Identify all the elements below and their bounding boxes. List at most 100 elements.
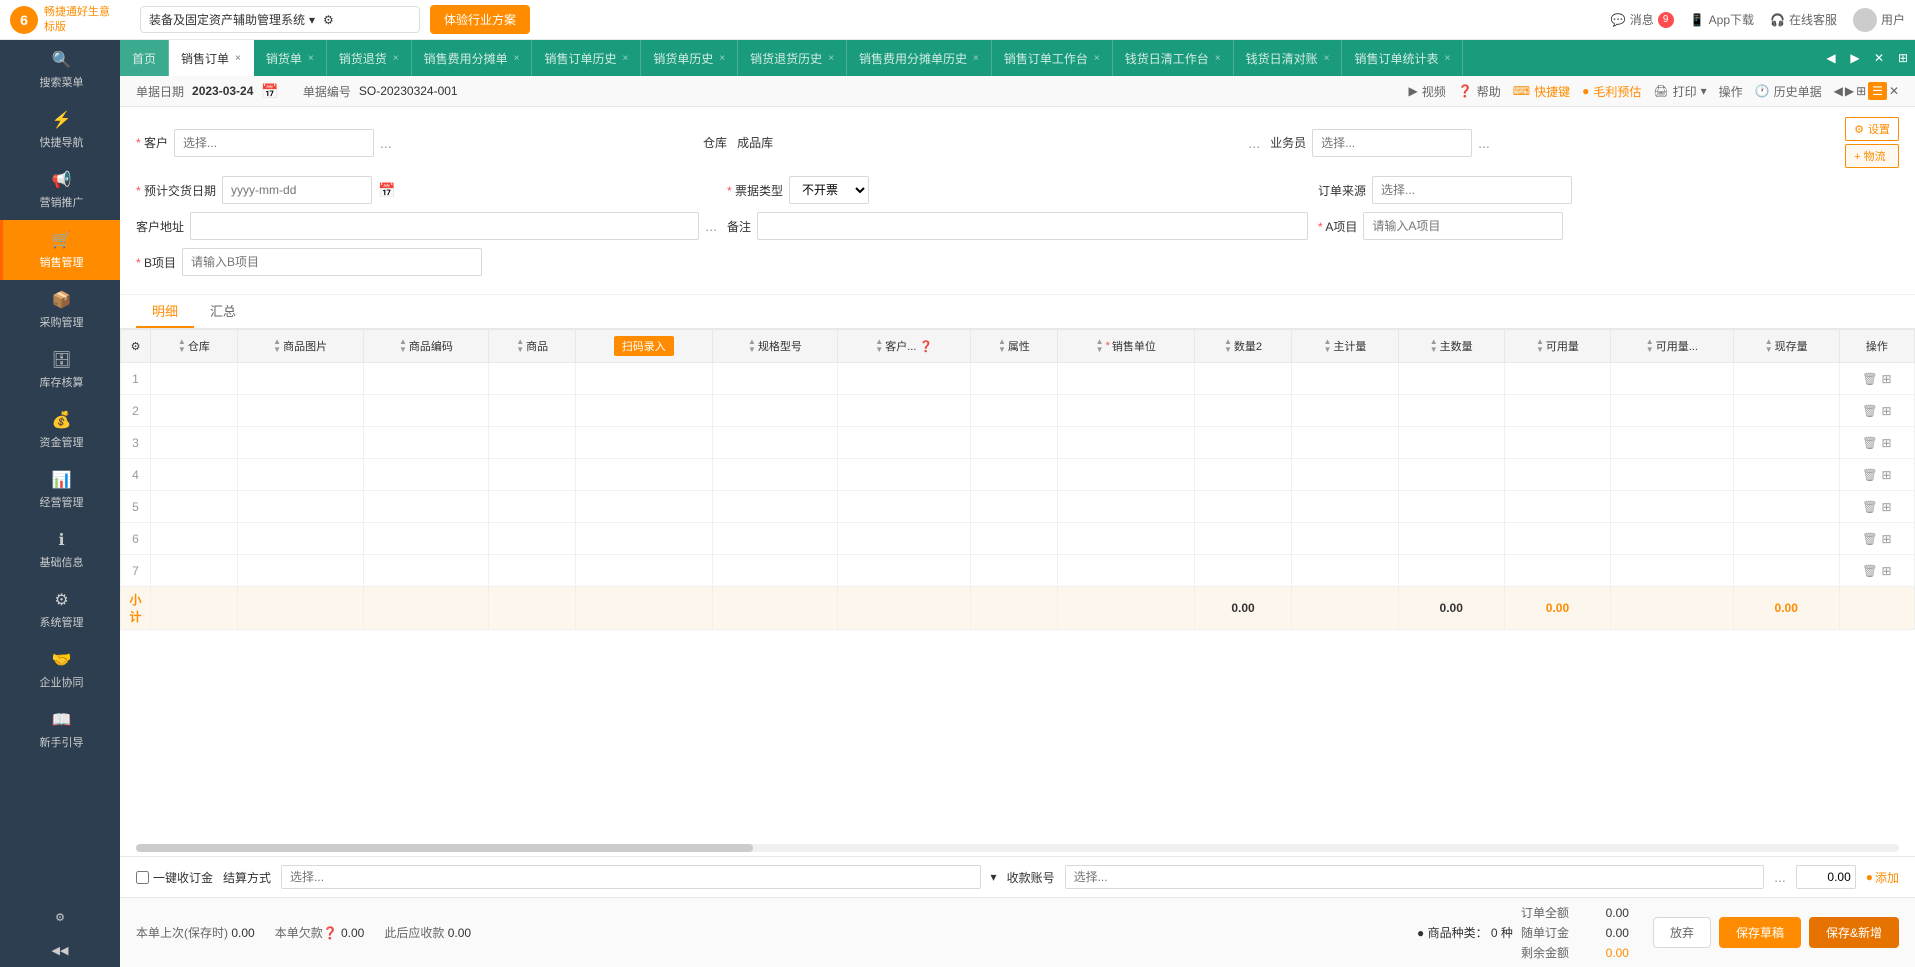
sidebar-item-6[interactable]: 💰资金管理 (0, 400, 120, 460)
tab-close-9[interactable]: × (1094, 53, 1100, 64)
row-delete-btn[interactable]: 🗑 (1862, 532, 1877, 546)
b-project-input[interactable] (182, 248, 482, 276)
system-selector[interactable]: 装备及固定资产辅助管理系统 ▾ ⚙ (140, 6, 420, 33)
tab-9[interactable]: 销售订单工作台× (992, 40, 1113, 76)
user-btn[interactable]: 用户 (1853, 8, 1905, 32)
table-row[interactable]: 7🗑⊞ (121, 555, 1915, 587)
one-click-label[interactable]: 一键收订金 (136, 869, 213, 886)
sidebar-item-2[interactable]: 📢营销推广 (0, 160, 120, 220)
solution-button[interactable]: 体验行业方案 (430, 5, 530, 34)
salesperson-more-btn[interactable]: ... (1478, 135, 1490, 151)
warehouse-more-btn[interactable]: ... (1248, 135, 1260, 151)
row-delete-btn[interactable]: 🗑 (1862, 436, 1877, 450)
scroll-track[interactable] (136, 844, 1899, 852)
settings-icon[interactable]: ⚙ (323, 13, 334, 27)
tab-11[interactable]: 钱货日清对账× (1234, 40, 1343, 76)
discard-btn[interactable]: 放弃 (1653, 917, 1711, 948)
sidebar-item-7[interactable]: 📊经营管理 (0, 460, 120, 520)
tab-close-8[interactable]: × (973, 53, 979, 64)
save-draft-btn[interactable]: 保存草稿 (1719, 917, 1801, 948)
remark-input[interactable] (757, 212, 1308, 240)
tab-2[interactable]: 销货单× (254, 40, 327, 76)
tab-close-12[interactable]: × (1444, 53, 1450, 64)
sidebar-item-10[interactable]: 🤝企业协同 (0, 640, 120, 700)
tab-close-5[interactable]: × (622, 53, 628, 64)
scan-button[interactable]: 扫码录入 (614, 336, 674, 356)
th-gear[interactable]: ⚙ (121, 330, 151, 363)
table-row[interactable]: 1🗑⊞ (121, 363, 1915, 395)
logistics-btn[interactable]: + 物流 (1845, 144, 1899, 168)
help-btn[interactable]: ❓ 帮助 (1458, 83, 1501, 100)
view-btn[interactable]: ▶ 视频 (1409, 83, 1446, 100)
delivery-date-input[interactable] (222, 176, 372, 204)
settings-top-btn[interactable]: ⚙ 设置 (1845, 117, 1899, 141)
account-input[interactable] (1065, 865, 1765, 889)
list-view-btn[interactable]: ☰ (1868, 82, 1887, 100)
table-row[interactable]: 5🗑⊞ (121, 491, 1915, 523)
tab-0[interactable]: 首页 (120, 40, 169, 76)
tab-close-10[interactable]: × (1215, 53, 1221, 64)
customer-input[interactable] (174, 129, 374, 157)
app-download-btn[interactable]: 📱 App下载 (1690, 11, 1754, 28)
sidebar-item-5[interactable]: 🗄库存核算 (0, 340, 120, 400)
layout-next-btn[interactable]: ▶ (1845, 84, 1854, 98)
history-btn[interactable]: 🕐 历史单据 (1755, 83, 1822, 100)
tab-1[interactable]: 销售订单× (169, 40, 254, 76)
sidebar-item-4[interactable]: 📦采购管理 (0, 280, 120, 340)
a-project-input[interactable] (1363, 212, 1563, 240)
payment-input[interactable] (281, 865, 981, 889)
tab-close-btn[interactable]: ✕ (1867, 40, 1891, 76)
sidebar-settings-btn[interactable]: ⚙ (0, 901, 120, 934)
add-btn[interactable]: ● 添加 (1866, 869, 1899, 886)
table-row[interactable]: 2🗑⊞ (121, 395, 1915, 427)
profit-btn[interactable]: ● 毛利预估 (1582, 83, 1641, 100)
row-copy-btn[interactable]: ⊞ (1882, 468, 1892, 482)
grid-view-btn[interactable]: ⊞ (1856, 84, 1866, 98)
row-copy-btn[interactable]: ⊞ (1882, 500, 1892, 514)
customer-more-btn[interactable]: ... (380, 135, 392, 151)
close-page-btn[interactable]: ✕ (1889, 84, 1899, 98)
print-btn[interactable]: 🖨 打印 ▾ (1653, 83, 1706, 100)
tab-4[interactable]: 销售费用分摊单× (412, 40, 533, 76)
row-delete-btn[interactable]: 🗑 (1862, 564, 1877, 578)
tab-close-1[interactable]: × (235, 53, 241, 64)
table-row[interactable]: 4🗑⊞ (121, 459, 1915, 491)
amount-input[interactable] (1796, 865, 1856, 889)
tab-8[interactable]: 销售费用分摊单历史× (847, 40, 992, 76)
shortcut-btn[interactable]: ⌨ 快捷键 (1513, 83, 1570, 100)
address-input[interactable] (190, 212, 699, 240)
sidebar-item-11[interactable]: 📖新手引导 (0, 700, 120, 760)
row-copy-btn[interactable]: ⊞ (1882, 372, 1892, 386)
messages-btn[interactable]: 💬 消息 9 (1611, 11, 1674, 28)
sidebar-item-0[interactable]: 🔍搜索菜单 (0, 40, 120, 100)
sidebar-item-1[interactable]: ⚡快捷导航 (0, 100, 120, 160)
row-delete-btn[interactable]: 🗑 (1862, 372, 1877, 386)
row-delete-btn[interactable]: 🗑 (1862, 404, 1877, 418)
sidebar-item-3[interactable]: 🛒销售管理 (0, 220, 120, 280)
layout-prev-btn[interactable]: ◀ (1834, 84, 1843, 98)
th-scan[interactable]: 扫码录入 (576, 330, 713, 363)
tab-close-11[interactable]: × (1324, 53, 1330, 64)
address-more-btn[interactable]: ... (705, 218, 717, 234)
row-copy-btn[interactable]: ⊞ (1882, 532, 1892, 546)
order-source-input[interactable] (1372, 176, 1572, 204)
row-copy-btn[interactable]: ⊞ (1882, 436, 1892, 450)
operation-btn[interactable]: 操作 (1719, 83, 1743, 100)
tab-next-btn[interactable]: ▶ (1843, 40, 1867, 76)
one-click-checkbox[interactable] (136, 871, 149, 884)
tab-close-6[interactable]: × (719, 53, 725, 64)
tab-close-2[interactable]: × (308, 53, 314, 64)
tab-prev-btn[interactable]: ◀ (1819, 40, 1843, 76)
online-service-btn[interactable]: 🎧 在线客服 (1770, 11, 1837, 28)
tab-10[interactable]: 钱货日清工作台× (1113, 40, 1234, 76)
delivery-calendar-icon[interactable]: 📅 (378, 182, 395, 199)
sidebar-item-8[interactable]: ℹ基础信息 (0, 520, 120, 580)
tab-summary[interactable]: 汇总 (194, 295, 252, 328)
account-more-btn[interactable]: ... (1774, 869, 1786, 885)
tab-menu-btn[interactable]: ⊞ (1891, 40, 1915, 76)
calendar-icon[interactable]: 📅 (261, 83, 278, 100)
table-row[interactable]: 3🗑⊞ (121, 427, 1915, 459)
row-copy-btn[interactable]: ⊞ (1882, 564, 1892, 578)
tab-detail[interactable]: 明细 (136, 295, 194, 328)
sidebar-item-9[interactable]: ⚙系统管理 (0, 580, 120, 640)
